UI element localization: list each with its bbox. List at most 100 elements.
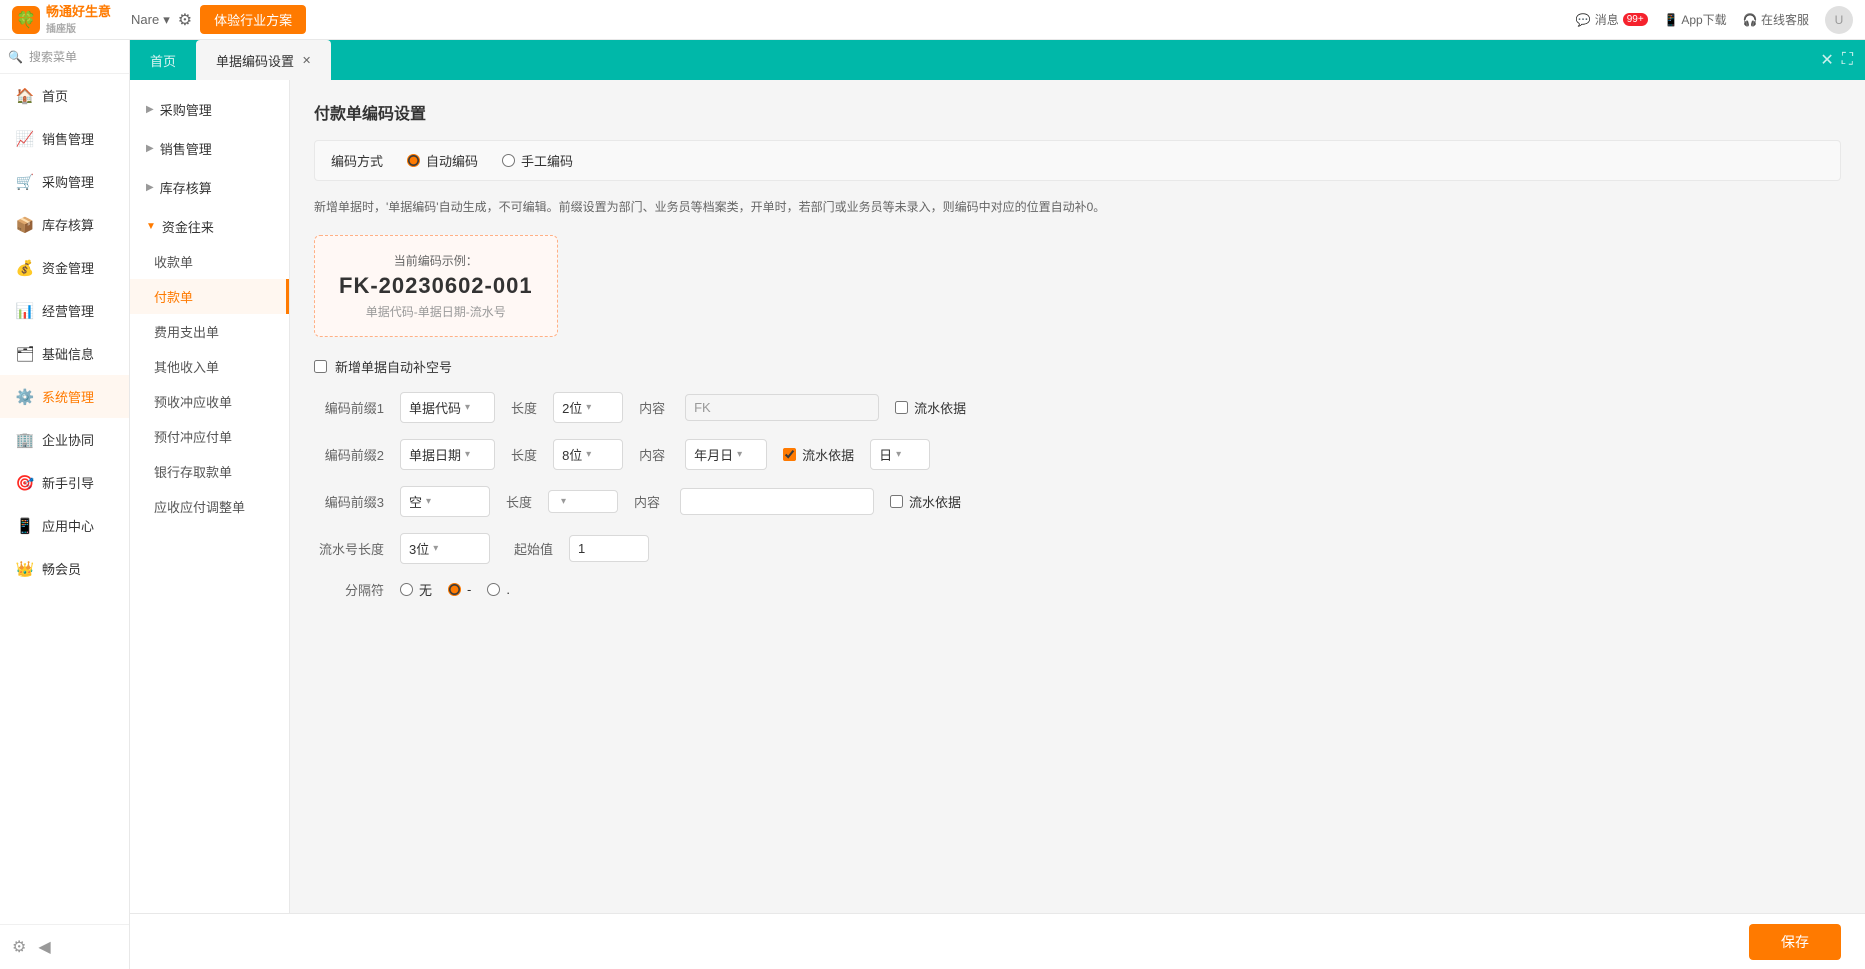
search-icon: 🔍	[8, 50, 23, 64]
sep-none-label: 无	[419, 580, 432, 599]
sidebar-item-system[interactable]: ⚙️ 系统管理	[0, 375, 129, 418]
message-badge: 99+	[1623, 13, 1648, 26]
online-service-btn[interactable]: 🎧 在线客服	[1743, 11, 1809, 28]
length2-select[interactable]: 8位 ▾	[553, 439, 623, 470]
length2-value: 8位	[562, 445, 582, 464]
settings-bottom-icon[interactable]: ⚙	[12, 937, 26, 957]
sub-sidebar: ▶ 采购管理 ▶ 销售管理 ▶ 库存核算	[130, 80, 290, 913]
collapse-sidebar-icon[interactable]: ◀	[38, 937, 50, 957]
sub-item-advance-receipt[interactable]: 预收冲应收单	[130, 384, 289, 419]
inventory-icon: 📦	[16, 216, 34, 234]
enterprise-icon: 🏢	[16, 431, 34, 449]
prefix1-select[interactable]: 单据代码 ▾	[400, 392, 495, 423]
sidebar-item-operation[interactable]: 📊 经营管理	[0, 289, 129, 332]
sub-group-inventory-title[interactable]: ▶ 库存核算	[130, 170, 289, 205]
sidebar-item-member[interactable]: 👑 畅会员	[0, 547, 129, 590]
sep-none-radio[interactable]: 无	[400, 580, 432, 599]
sub-item-adjustment[interactable]: 应收应付调整单	[130, 489, 289, 524]
sep-dot-radio[interactable]: -	[448, 582, 471, 597]
serial3-checkbox[interactable]	[890, 495, 903, 508]
app-download-btn[interactable]: 📱 App下载	[1664, 11, 1727, 28]
sidebar-item-label: 基础信息	[42, 344, 94, 363]
prefix3-select[interactable]: 空 ▾	[400, 486, 490, 517]
encoding-mode-row: 编码方式 自动编码 手工编码	[314, 140, 1841, 181]
manual-encode-radio-input[interactable]	[502, 154, 515, 167]
sidebar-item-purchase[interactable]: 🛒 采购管理	[0, 160, 129, 203]
length3-select[interactable]: ▾	[548, 490, 618, 513]
sep-dot-label: -	[467, 582, 471, 597]
save-button[interactable]: 保存	[1749, 924, 1841, 960]
manual-encode-label: 手工编码	[521, 151, 573, 170]
tab-home[interactable]: 首页	[130, 40, 196, 80]
content2-select[interactable]: 年月日 ▾	[685, 439, 767, 470]
prefix3-dropdown-arrow: ▾	[426, 496, 431, 507]
tab-close-icon[interactable]: ✕	[302, 54, 311, 67]
user-avatar[interactable]: U	[1825, 6, 1853, 34]
message-btn[interactable]: 💬 消息 99+	[1576, 11, 1648, 28]
home-icon: 🏠	[16, 87, 34, 105]
tab-encoding-settings[interactable]: 单据编码设置 ✕	[196, 40, 331, 80]
length1-select[interactable]: 2位 ▾	[553, 392, 623, 423]
experience-btn[interactable]: 体验行业方案	[200, 5, 306, 34]
prefix2-dropdown-arrow: ▾	[465, 449, 470, 460]
sidebar-item-inventory[interactable]: 📦 库存核算	[0, 203, 129, 246]
auto-fill-checkbox[interactable]	[314, 360, 327, 373]
sidebar-item-label: 采购管理	[42, 172, 94, 191]
manual-encode-radio[interactable]: 手工编码	[502, 151, 573, 170]
day-select[interactable]: 日 ▾	[870, 439, 930, 470]
sidebar-item-finance[interactable]: 💰 资金管理	[0, 246, 129, 289]
serial-length-select[interactable]: 3位 ▾	[400, 533, 490, 564]
brand-sub: 插座版	[46, 20, 111, 35]
example-code: FK-20230602-001	[339, 273, 533, 299]
sep-none-radio-input[interactable]	[400, 583, 413, 596]
prefix-row-1: 编码前缀1 单据代码 ▾ 长度 2位 ▾ 内容 流水依据	[314, 392, 1841, 423]
auto-encode-radio-input[interactable]	[407, 154, 420, 167]
workspace-dropdown[interactable]: Nare ▾	[131, 12, 170, 28]
sidebar-item-label: 应用中心	[42, 516, 94, 535]
gear-icon[interactable]: ⚙	[178, 10, 192, 30]
prefix-row-2: 编码前缀2 单据日期 ▾ 长度 8位 ▾ 内容 年月日 ▾	[314, 439, 1841, 470]
sub-item-payment[interactable]: 付款单	[130, 279, 289, 314]
serial-length-row: 流水号长度 3位 ▾ 起始值	[314, 533, 1841, 564]
prefix2-select[interactable]: 单据日期 ▾	[400, 439, 495, 470]
newbie-icon: 🎯	[16, 474, 34, 492]
content2-label: 内容	[639, 445, 669, 464]
sidebar-item-label: 资金管理	[42, 258, 94, 277]
sub-group-sales-title[interactable]: ▶ 销售管理	[130, 131, 289, 166]
prefix1-dropdown-arrow: ▾	[465, 402, 470, 413]
sub-group-fund-title[interactable]: ▼ 资金往来	[130, 209, 289, 244]
serial1-checkbox-item: 流水依据	[895, 398, 966, 417]
sep-dot-radio-input[interactable]	[448, 583, 461, 596]
auto-encode-radio[interactable]: 自动编码	[407, 151, 478, 170]
content3-input[interactable]	[680, 488, 874, 515]
maximize-icon[interactable]: ⛶	[1842, 51, 1853, 69]
start-value-input[interactable]	[569, 535, 649, 562]
sub-item-advance-payment[interactable]: 预付冲应付单	[130, 419, 289, 454]
serial2-checkbox[interactable]	[783, 448, 796, 461]
sidebar-bottom: ⚙ ◀	[0, 924, 129, 969]
sub-item-expense[interactable]: 费用支出单	[130, 314, 289, 349]
search-menu-btn[interactable]: 🔍 搜索菜单	[0, 40, 129, 74]
page-title: 付款单编码设置	[314, 100, 1841, 124]
example-box: 当前编码示例： FK-20230602-001 单据代码-单据日期-流水号	[314, 235, 558, 337]
expand-arrow-icon: ▶	[146, 104, 154, 115]
sep-dot2-radio-input[interactable]	[487, 583, 500, 596]
sidebar-item-basic[interactable]: 🗂 基础信息	[0, 332, 129, 375]
sub-item-other-income[interactable]: 其他收入单	[130, 349, 289, 384]
content1-label: 内容	[639, 398, 669, 417]
prefix1-label: 编码前缀1	[314, 398, 384, 417]
sidebar-item-home[interactable]: 🏠 首页	[0, 74, 129, 117]
sub-item-receipt[interactable]: 收款单	[130, 244, 289, 279]
content3-label: 内容	[634, 492, 664, 511]
sidebar-item-sales[interactable]: 📈 销售管理	[0, 117, 129, 160]
sep-dot2-radio[interactable]: .	[487, 582, 510, 597]
sidebar-item-enterprise[interactable]: 🏢 企业协同	[0, 418, 129, 461]
serial1-checkbox[interactable]	[895, 401, 908, 414]
sidebar-item-appcenter[interactable]: 📱 应用中心	[0, 504, 129, 547]
sidebar-item-newbie[interactable]: 🎯 新手引导	[0, 461, 129, 504]
minimize-icon[interactable]: ✕	[1820, 50, 1833, 70]
sub-item-bank[interactable]: 银行存取款单	[130, 454, 289, 489]
sep-dot2-label: .	[506, 582, 510, 597]
sub-group-purchase-title[interactable]: ▶ 采购管理	[130, 92, 289, 127]
message-icon: 💬	[1576, 13, 1591, 27]
